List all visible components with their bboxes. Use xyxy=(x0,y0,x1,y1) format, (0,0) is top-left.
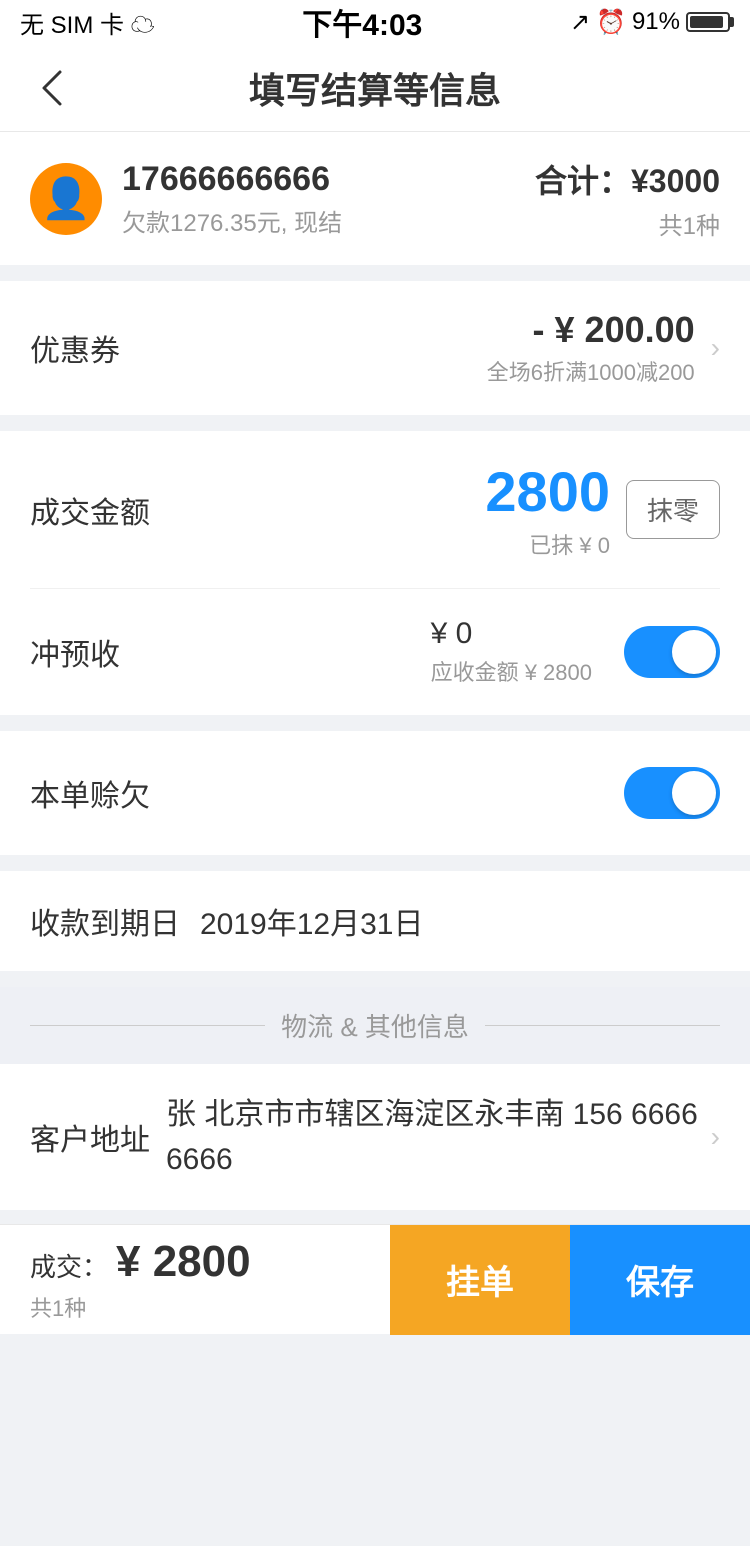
bottom-bar: 成交： ¥ 2800 共1种 挂单 保存 xyxy=(0,1224,750,1334)
debt-toggle-wrap xyxy=(608,767,720,819)
debt-toggle[interactable] xyxy=(624,767,720,819)
deal-amount-wrap: 2800 已抹 ¥ 0 xyxy=(485,459,610,560)
total-count: 共1种 xyxy=(535,206,720,241)
deal-section: 成交金额 2800 已抹 ¥ 0 抹零 冲预收 ¥ 0 应收金额 ¥ 2800 xyxy=(0,431,750,715)
address-label: 客户地址 xyxy=(30,1115,150,1159)
divider-line-left xyxy=(30,1025,265,1026)
chevron-right-icon: › xyxy=(711,332,720,364)
due-date-label: 收款到期日 xyxy=(30,899,180,943)
alarm-icon: ⏰ xyxy=(596,8,626,37)
pre-collect-label: 冲预收 xyxy=(30,630,120,674)
debt-row: 本单赊欠 xyxy=(30,731,720,855)
pre-collect-toggle[interactable] xyxy=(624,626,720,678)
avatar: 👤 xyxy=(30,163,102,235)
battery-percent: 91% xyxy=(632,8,680,36)
battery-icon xyxy=(686,12,730,32)
deal-amount-row: 成交金额 2800 已抹 ¥ 0 抹零 xyxy=(30,431,720,589)
pre-collect-wrap: ¥ 0 应收金额 ¥ 2800 xyxy=(431,617,592,687)
round-button[interactable]: 抹零 xyxy=(626,480,720,539)
coupon-label: 优惠券 xyxy=(30,326,120,370)
bottom-deal-label: 成交： xyxy=(30,1247,108,1284)
bottom-deal-sub: 共1种 xyxy=(30,1291,360,1323)
address-value: 张 北京市市辖区海淀区永丰南 156 6666 6666 xyxy=(166,1092,701,1182)
coupon-text-wrap: - ¥ 200.00 全场6折满1000减200 xyxy=(487,309,695,387)
save-button[interactable]: 保存 xyxy=(570,1225,750,1335)
user-info-card: 👤 17666666666 欠款1276.35元, 现结 合计：¥3000 共1… xyxy=(0,132,750,265)
back-button[interactable] xyxy=(30,66,74,110)
toggle-knob xyxy=(672,630,716,674)
location-icon: ↗ xyxy=(570,8,590,37)
coupon-amount: - ¥ 200.00 xyxy=(487,309,695,351)
pre-collect-amount: ¥ 0 xyxy=(431,617,592,651)
pre-collect-sub: 应收金额 ¥ 2800 xyxy=(431,655,592,687)
pre-collect-right: ¥ 0 应收金额 ¥ 2800 xyxy=(431,617,720,687)
status-time: 下午4:03 xyxy=(302,0,422,44)
address-chevron-icon: › xyxy=(711,1121,720,1153)
user-sub-text: 欠款1276.35元, 现结 xyxy=(122,203,535,238)
debt-section: 本单赊欠 xyxy=(0,731,750,855)
hang-button[interactable]: 挂单 xyxy=(390,1225,570,1335)
address-section[interactable]: 客户地址 张 北京市市辖区海淀区永丰南 156 6666 6666 › xyxy=(0,1064,750,1210)
page-title: 填写结算等信息 xyxy=(74,62,676,114)
avatar-icon: 👤 xyxy=(41,175,91,222)
divider-line-right xyxy=(485,1025,720,1026)
user-info: 17666666666 欠款1276.35元, 现结 xyxy=(122,160,535,238)
coupon-row[interactable]: 优惠券 - ¥ 200.00 全场6折满1000减200 › xyxy=(0,281,750,415)
section-divider: 物流 & 其他信息 xyxy=(0,987,750,1064)
due-date-section: 收款到期日 2019年12月31日 xyxy=(0,871,750,971)
deal-sub-text: 已抹 ¥ 0 xyxy=(485,528,610,560)
coupon-right: - ¥ 200.00 全场6折满1000减200 › xyxy=(487,309,720,387)
status-right: ↗ ⏰ 91% xyxy=(570,8,730,37)
debt-label: 本单赊欠 xyxy=(30,771,150,815)
user-total: 合计：¥3000 共1种 xyxy=(535,156,720,241)
bottom-deal-amount: ¥ 2800 xyxy=(116,1237,251,1287)
debt-toggle-knob xyxy=(672,771,716,815)
bottom-summary: 成交： ¥ 2800 共1种 xyxy=(0,1237,390,1323)
sim-label: 无 SIM 卡 ☁ xyxy=(20,5,155,40)
divider-text: 物流 & 其他信息 xyxy=(281,1007,469,1044)
bottom-deal-row: 成交： ¥ 2800 xyxy=(30,1237,360,1287)
status-left: 无 SIM 卡 ☁ xyxy=(20,5,155,40)
nav-bar: 填写结算等信息 xyxy=(0,44,750,132)
coupon-desc: 全场6折满1000减200 xyxy=(487,355,695,387)
pre-collect-row: 冲预收 ¥ 0 应收金额 ¥ 2800 xyxy=(30,589,720,715)
deal-amount-value: 2800 xyxy=(485,459,610,524)
deal-amount-label: 成交金额 xyxy=(30,488,150,532)
user-phone: 17666666666 xyxy=(122,160,535,199)
status-bar: 无 SIM 卡 ☁ 下午4:03 ↗ ⏰ 91% xyxy=(0,0,750,44)
total-amount: 合计：¥3000 xyxy=(535,156,720,202)
due-date-value: 2019年12月31日 xyxy=(200,899,423,943)
due-date-row: 收款到期日 2019年12月31日 xyxy=(30,899,720,943)
deal-amount-right: 2800 已抹 ¥ 0 抹零 xyxy=(485,459,720,560)
